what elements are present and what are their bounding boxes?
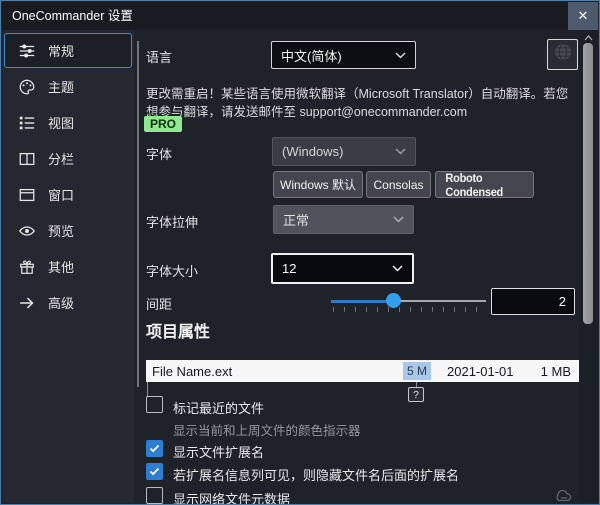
button-label: Windows 默认	[280, 178, 357, 192]
columns-icon	[17, 149, 36, 168]
list-icon	[17, 113, 36, 132]
sidebar-item-preview[interactable]: 预览	[4, 213, 132, 248]
language-note: 更改需重启！某些语言使用微软翻译（Microsoft Translator）自动…	[146, 86, 569, 119]
window-title: OneCommander 设置	[12, 9, 133, 23]
check-icon	[149, 467, 160, 476]
font-label: 字体	[146, 147, 173, 162]
vertical-scrollbar[interactable]	[579, 30, 598, 503]
spacing-slider[interactable]	[331, 289, 486, 315]
sidebar-item-view[interactable]: 视图	[4, 105, 132, 140]
font-preset-consolas-button[interactable]: Consolas	[366, 171, 431, 198]
checkbox-show-network-metadata[interactable]	[146, 487, 163, 504]
font-preset-roboto-condensed-button[interactable]: Roboto Condensed	[435, 170, 534, 199]
sidebar-item-advanced[interactable]: 高级	[4, 285, 132, 320]
language-label: 语言	[146, 50, 173, 65]
checkbox-label[interactable]: 显示网络文件元数据	[173, 489, 290, 504]
chevron-down-icon	[393, 216, 404, 223]
button-label: Consolas	[373, 177, 424, 192]
checkbox-mark-recent-files[interactable]	[146, 396, 163, 413]
network-icon	[552, 486, 574, 504]
eye-icon	[17, 221, 36, 240]
chevron-down-icon	[395, 51, 406, 59]
preview-date: 2021-01-01	[447, 363, 514, 379]
sidebar-item-label: 窗口	[48, 188, 75, 203]
connector-line	[147, 382, 148, 397]
sidebar-item-general[interactable]: 常规	[4, 33, 132, 68]
slider-thumb[interactable]	[386, 293, 401, 308]
translate-button[interactable]	[547, 39, 578, 70]
font-dropdown[interactable]: (Windows)	[272, 137, 416, 166]
sidebar-item-label: 视图	[48, 116, 75, 131]
language-dropdown[interactable]: 中文(简体)	[271, 41, 416, 69]
button-label: Roboto Condensed	[445, 170, 504, 199]
content-divider	[137, 41, 139, 387]
settings-window: OneCommander 设置 ✕ 常规 主题 视图 分栏 窗口 预览 其他 高…	[0, 0, 600, 505]
scroll-up-icon[interactable]	[579, 32, 598, 43]
spacing-value-input[interactable]	[491, 288, 575, 315]
settings-sidebar: 常规 主题 视图 分栏 窗口 预览 其他 高级	[2, 30, 134, 503]
arrow-right-icon	[17, 293, 36, 312]
font-size-dropdown[interactable]: 12	[271, 253, 414, 284]
gift-icon	[17, 257, 36, 276]
sidebar-item-label: 其他	[48, 260, 75, 275]
font-value: (Windows)	[282, 144, 344, 159]
title-bar: OneCommander 设置 ✕	[2, 2, 598, 30]
sidebar-item-label: 分栏	[48, 152, 75, 167]
chevron-down-icon	[395, 148, 406, 155]
help-badge[interactable]: ?	[408, 387, 424, 402]
sliders-icon	[17, 41, 36, 60]
close-icon: ✕	[577, 8, 589, 23]
checkbox-show-file-extensions[interactable]	[146, 440, 163, 457]
preview-size: 1 MB	[540, 363, 571, 379]
file-preview-row: File Name.ext 5 M 2021-01-01 1 MB	[146, 360, 579, 382]
slider-ticks	[333, 307, 483, 312]
globe-icon	[553, 42, 573, 67]
item-properties-title: 项目属性	[146, 324, 211, 341]
checkbox-label[interactable]: 显示文件扩展名	[173, 442, 264, 461]
sidebar-item-theme[interactable]: 主题	[4, 69, 132, 104]
sidebar-item-label: 预览	[48, 224, 75, 239]
font-stretch-label: 字体拉伸	[146, 215, 199, 230]
font-stretch-dropdown[interactable]: 正常	[273, 205, 414, 234]
sidebar-item-label: 高级	[48, 296, 75, 311]
window-icon	[17, 185, 36, 204]
checkbox-label[interactable]: 标记最近的文件	[173, 398, 264, 417]
checkbox-label[interactable]: 若扩展名信息列可见，则隐藏文件名后面的扩展名	[173, 465, 459, 484]
preview-file-name: File Name.ext	[152, 363, 233, 379]
sidebar-item-columns[interactable]: 分栏	[4, 141, 132, 176]
language-value: 中文(简体)	[281, 48, 342, 64]
checkbox-description: 显示当前和上周文件的颜色指示器	[173, 424, 361, 438]
font-size-label: 字体大小	[146, 264, 199, 279]
pro-badge: PRO	[144, 116, 183, 132]
sidebar-item-label: 常规	[48, 44, 75, 59]
font-size-value: 12	[282, 261, 297, 276]
font-preset-windows-default-button[interactable]: Windows 默认	[273, 171, 363, 198]
font-stretch-value: 正常	[283, 213, 310, 228]
sidebar-item-other[interactable]: 其他	[4, 249, 132, 284]
scrollbar-thumb[interactable]	[583, 43, 593, 324]
chevron-down-icon	[392, 265, 403, 272]
close-button[interactable]: ✕	[568, 2, 598, 30]
preview-size-badge: 5 M	[403, 362, 432, 380]
slider-fill	[331, 299, 394, 303]
question-icon: ?	[413, 388, 419, 401]
sidebar-item-label: 主题	[48, 80, 75, 95]
sidebar-item-window[interactable]: 窗口	[4, 177, 132, 212]
palette-icon	[17, 77, 36, 96]
check-icon	[149, 444, 160, 453]
spacing-label: 间距	[146, 297, 173, 312]
checkbox-hide-extension-if-column-visible[interactable]	[146, 463, 163, 480]
